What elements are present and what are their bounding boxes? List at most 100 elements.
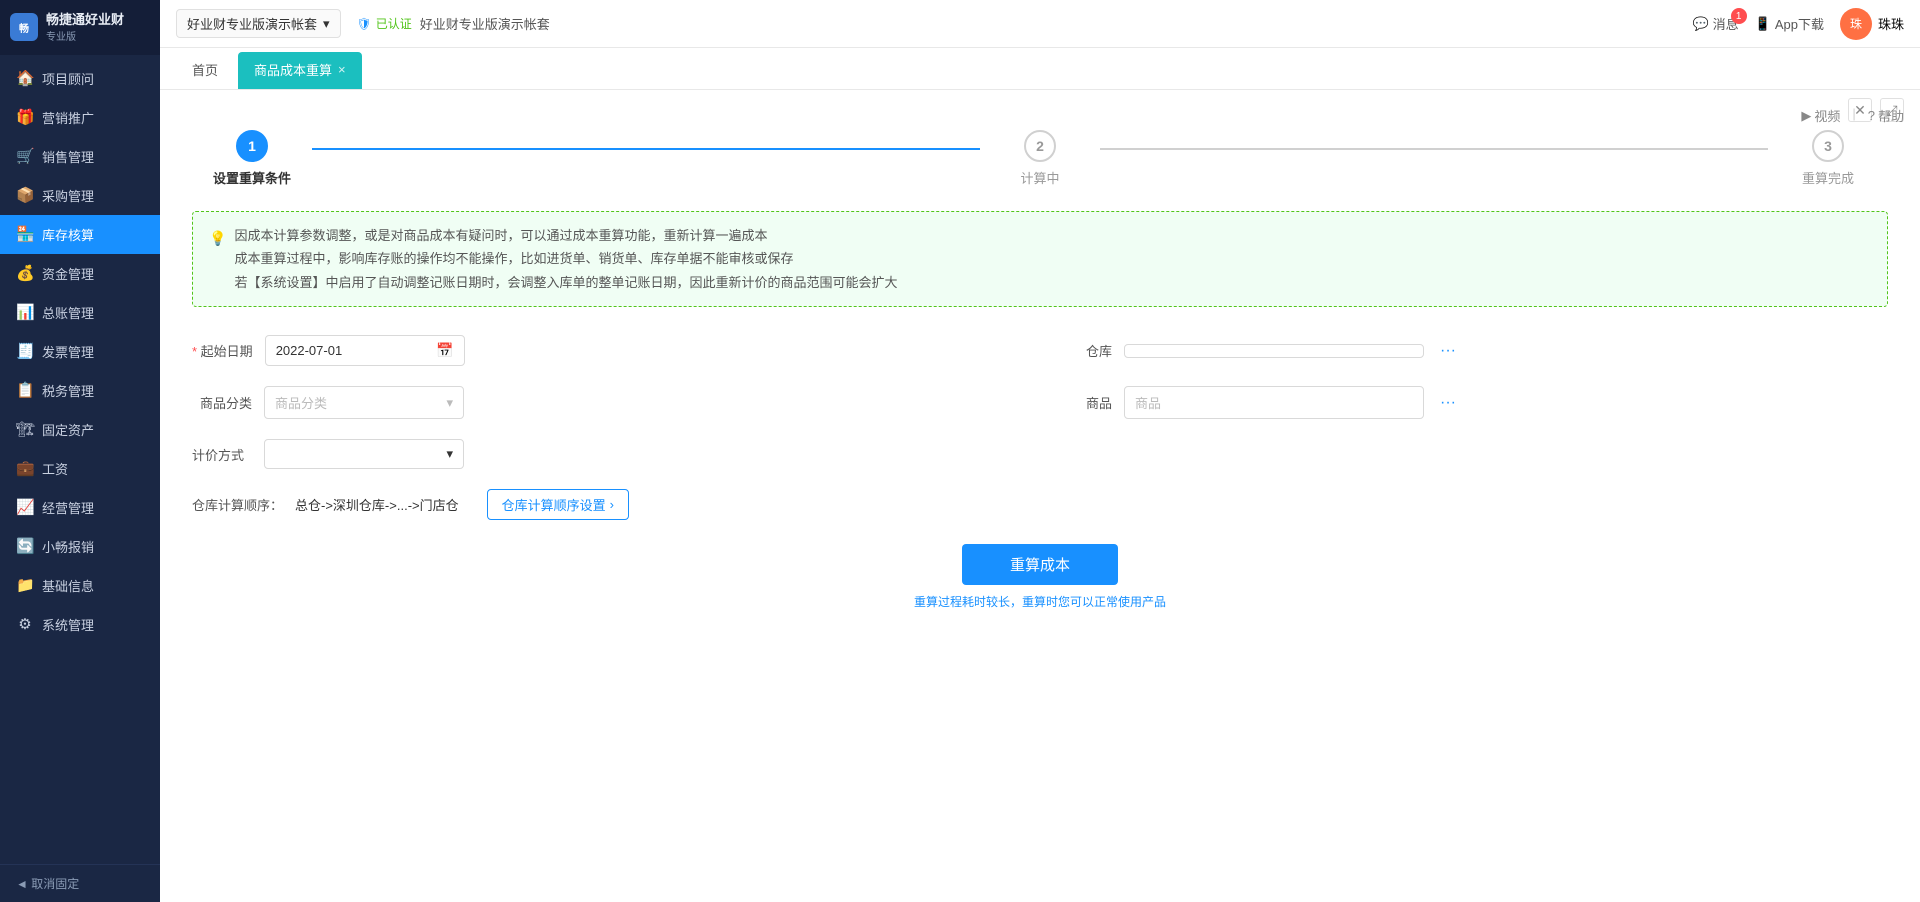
help-links: ▶ 视频 | ? 帮助 <box>1801 106 1904 125</box>
user-name: 珠珠 <box>1878 14 1904 33</box>
steps: 1 设置重算条件 2 计算中 3 重算完成 <box>192 130 1888 187</box>
shield-icon: 🛡 <box>357 17 372 31</box>
step-1: 1 设置重算条件 <box>192 130 312 187</box>
sidebar-item-label: 基础信息 <box>42 576 94 595</box>
sidebar: 畅 畅捷通好业财 专业版 🏠 项目顾问 🎁 营销推广 🛒 销售管理 📦 采购管理… <box>0 0 160 902</box>
step-3: 3 重算完成 <box>1768 130 1888 187</box>
step-line-2 <box>1100 148 1768 150</box>
start-date-label: 起始日期 <box>192 341 253 360</box>
salary-icon: 💼 <box>16 459 34 477</box>
warehouse-dots-button[interactable]: ··· <box>1436 342 1460 360</box>
finance-icon: 💰 <box>16 264 34 282</box>
content-area: ✕ ⤢ ▶ 视频 | ? 帮助 1 设置重算条件 2 计算中 <box>160 90 1920 902</box>
mobile-icon: 📱 <box>1755 16 1771 32</box>
sidebar-item-label: 资金管理 <box>42 264 94 283</box>
warehouse-order-settings-button[interactable]: 仓库计算顺序设置 › <box>487 489 629 520</box>
sidebar-item-project[interactable]: 🏠 项目顾问 <box>0 59 160 98</box>
info-box: 💡 因成本计算参数调整，或是对商品成本有疑问时，可以通过成本重算功能，重新计算一… <box>192 211 1888 307</box>
sidebar-item-expense[interactable]: 🔄 小畅报销 <box>0 527 160 566</box>
pricing-select[interactable]: ▾ <box>264 439 464 469</box>
sidebar-item-label: 发票管理 <box>42 342 94 361</box>
warehouse-order-value: 总仓->深圳仓库->...->门店仓 <box>295 495 459 514</box>
recalculate-button[interactable]: 重算成本 <box>962 544 1118 585</box>
step-3-circle: 3 <box>1812 130 1844 162</box>
sidebar-item-label: 采购管理 <box>42 186 94 205</box>
step-2: 2 计算中 <box>980 130 1100 187</box>
category-placeholder: 商品分类 <box>275 393 327 412</box>
video-label: 视频 <box>1814 106 1840 125</box>
category-select[interactable]: 商品分类 ▾ <box>264 386 464 419</box>
video-link[interactable]: ▶ 视频 <box>1801 106 1840 125</box>
sidebar-item-invoice[interactable]: 🧾 发票管理 <box>0 332 160 371</box>
calendar-icon: 📅 <box>436 342 453 359</box>
step-2-circle: 2 <box>1024 130 1056 162</box>
warehouse-group: 仓库 ··· <box>1052 341 1888 360</box>
assets-icon: 🏗 <box>16 420 34 438</box>
sidebar-item-salary[interactable]: 💼 工资 <box>0 449 160 488</box>
sidebar-item-label: 小畅报销 <box>42 537 94 556</box>
accounting-icon: 📊 <box>16 303 34 321</box>
account-selector[interactable]: 好业财专业版演示帐套 ▾ <box>176 9 341 38</box>
warehouse-order-row: 仓库计算顺序： 总仓->深圳仓库->...->门店仓 仓库计算顺序设置 › <box>192 489 1888 520</box>
start-date-value: 2022-07-01 <box>276 343 343 358</box>
app-download-label: App下载 <box>1775 14 1824 33</box>
form-row-2: 商品分类 商品分类 ▾ 商品 商品 ··· <box>192 386 1888 419</box>
product-input[interactable]: 商品 <box>1124 386 1424 419</box>
bulb-icon: 💡 <box>209 226 226 294</box>
help-link[interactable]: ? 帮助 <box>1868 106 1904 125</box>
account-name: 好业财专业版演示帐套 <box>187 14 317 33</box>
sidebar-nav: 🏠 项目顾问 🎁 营销推广 🛒 销售管理 📦 采购管理 🏪 库存核算 💰 资金管… <box>0 55 160 864</box>
pricing-row: 计价方式 ▾ <box>192 439 1888 469</box>
chevron-down-icon: ▾ <box>323 16 330 32</box>
sidebar-item-system[interactable]: ⚙ 系统管理 <box>0 605 160 644</box>
tab-cost-recalculation[interactable]: 商品成本重算 × <box>238 52 362 89</box>
main-area: 好业财专业版演示帐套 ▾ 🛡 已认证 好业财专业版演示帐套 💬 消息 1 📱 A… <box>160 0 1920 902</box>
tab-close-button[interactable]: × <box>338 62 346 77</box>
sidebar-item-sales[interactable]: 🛒 销售管理 <box>0 137 160 176</box>
user-menu[interactable]: 珠 珠珠 <box>1840 8 1904 40</box>
tab-home[interactable]: 首页 <box>176 52 234 89</box>
sidebar-item-marketing[interactable]: 🎁 营销推广 <box>0 98 160 137</box>
message-badge: 1 <box>1731 8 1747 24</box>
project-icon: 🏠 <box>16 69 34 87</box>
app-download-button[interactable]: 📱 App下载 <box>1755 14 1824 33</box>
app-title: 畅捷通好业财 <box>46 12 124 28</box>
sidebar-item-inventory[interactable]: 🏪 库存核算 <box>0 215 160 254</box>
sidebar-item-basic[interactable]: 📁 基础信息 <box>0 566 160 605</box>
sidebar-item-accounting[interactable]: 📊 总账管理 <box>0 293 160 332</box>
step-3-label: 重算完成 <box>1802 168 1854 187</box>
start-date-group: 起始日期 2022-07-01 📅 <box>192 335 1028 366</box>
basic-icon: 📁 <box>16 576 34 594</box>
sidebar-item-label: 销售管理 <box>42 147 94 166</box>
sidebar-item-label: 项目顾问 <box>42 69 94 88</box>
sidebar-item-tax[interactable]: 📋 税务管理 <box>0 371 160 410</box>
warehouse-input[interactable] <box>1124 344 1424 358</box>
warehouse-order-btn-label: 仓库计算顺序设置 <box>502 495 606 514</box>
start-date-input[interactable]: 2022-07-01 📅 <box>265 335 465 366</box>
help-label: 帮助 <box>1878 106 1904 125</box>
sidebar-item-label: 税务管理 <box>42 381 94 400</box>
product-dots-button[interactable]: ··· <box>1436 394 1460 412</box>
company-name: 好业财专业版演示帐套 <box>420 14 550 33</box>
system-icon: ⚙ <box>16 615 34 633</box>
topbar: 好业财专业版演示帐套 ▾ 🛡 已认证 好业财专业版演示帐套 💬 消息 1 📱 A… <box>160 0 1920 48</box>
message-button[interactable]: 💬 消息 1 <box>1692 14 1738 33</box>
recalculate-note: 重算过程耗时较长，重算时您可以正常使用产品 <box>192 593 1888 610</box>
sidebar-item-purchase[interactable]: 📦 采购管理 <box>0 176 160 215</box>
step-1-label: 设置重算条件 <box>213 168 291 187</box>
sales-icon: 🛒 <box>16 147 34 165</box>
tab-label: 商品成本重算 <box>254 60 332 79</box>
sidebar-item-operation[interactable]: 📈 经营管理 <box>0 488 160 527</box>
sidebar-header: 畅 畅捷通好业财 专业版 <box>0 0 160 55</box>
tax-icon: 📋 <box>16 381 34 399</box>
sidebar-pin-toggle[interactable]: ◄ 取消固定 <box>0 864 160 902</box>
purchase-icon: 📦 <box>16 186 34 204</box>
category-label: 商品分类 <box>192 393 252 412</box>
sidebar-item-finance[interactable]: 💰 资金管理 <box>0 254 160 293</box>
sidebar-item-assets[interactable]: 🏗 固定资产 <box>0 410 160 449</box>
sidebar-item-label: 库存核算 <box>42 225 94 244</box>
product-placeholder: 商品 <box>1135 393 1161 412</box>
expense-icon: 🔄 <box>16 537 34 555</box>
pricing-label: 计价方式 <box>192 445 252 464</box>
arrow-right-icon: › <box>610 497 614 512</box>
